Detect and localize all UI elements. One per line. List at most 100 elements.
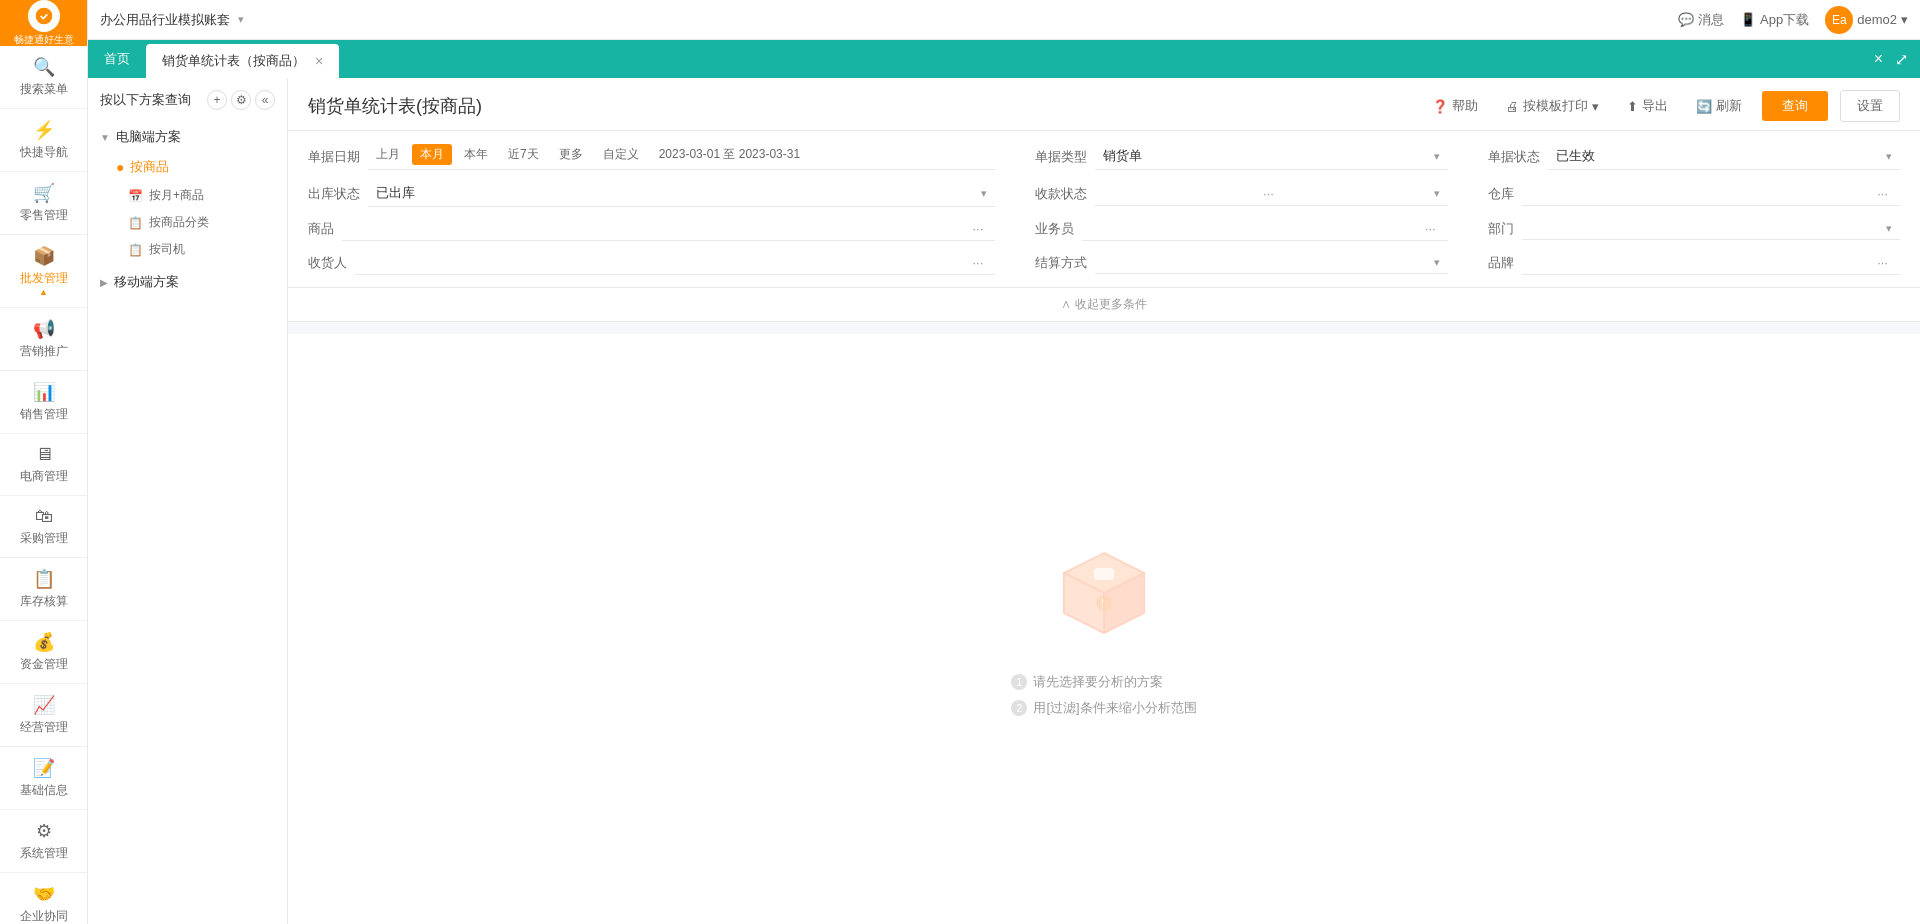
receiver-select[interactable]: ··· <box>355 251 995 275</box>
date-filter-options: 上月 本月 本年 近7天 更多 自定义 2023-03-01 至 2023-03… <box>368 144 995 170</box>
mobile-group-label: 移动端方案 <box>114 273 179 291</box>
sidebar-item-inventory[interactable]: 📋 库存核算 <box>0 558 88 621</box>
sidebar-item-wholesale[interactable]: 📦 批发管理 ▲ <box>0 235 88 308</box>
doc-type-select[interactable]: 销货单 ▾ <box>1095 143 1447 170</box>
sidebar-label-enterprise: 企业协同 <box>20 908 68 924</box>
tree-node-by-category[interactable]: 📋 按商品分类 <box>88 209 287 236</box>
sidebar-label-retail: 零售管理 <box>20 207 68 224</box>
date-last-7days[interactable]: 近7天 <box>500 144 547 165</box>
svg-text:!: ! <box>1101 598 1104 609</box>
export-icon: ⬆ <box>1627 99 1638 114</box>
sidebar-item-ecommerce[interactable]: 🖥 电商管理 <box>0 434 88 496</box>
doc-type-label: 单据类型 <box>1035 148 1087 166</box>
stock-status-label: 出库状态 <box>308 185 360 203</box>
tree-node-by-month-product[interactable]: 📅 按月+商品 <box>88 182 287 209</box>
date-this-month[interactable]: 本月 <box>412 144 452 165</box>
sidebar-item-retail[interactable]: 🛒 零售管理 <box>0 172 88 235</box>
user-name: demo2 <box>1857 12 1897 27</box>
tab-minimize-btn[interactable]: × <box>1870 46 1887 72</box>
svg-point-6 <box>1096 595 1112 611</box>
top-header: 办公用品行业模拟账套 ▾ 💬 消息 📱 App下载 Ea demo2 ▾ <box>88 0 1920 40</box>
query-btn[interactable]: 查询 <box>1762 91 1828 121</box>
svg-point-0 <box>35 8 52 25</box>
add-scheme-btn[interactable]: + <box>207 90 227 110</box>
message-btn[interactable]: 💬 消息 <box>1678 11 1724 29</box>
doc-status-select[interactable]: 已生效 ▾ <box>1548 143 1900 170</box>
date-label: 单据日期 <box>308 148 360 166</box>
print-icon: 🖨 <box>1506 99 1519 114</box>
sidebar-item-system[interactable]: ⚙ 系统管理 <box>0 810 88 873</box>
receiver-dots[interactable]: ··· <box>968 255 987 270</box>
help-label: 帮助 <box>1452 97 1478 115</box>
warehouse-select[interactable]: ··· <box>1522 182 1900 206</box>
payment-method-arrow: ▾ <box>1434 256 1440 269</box>
app-download-btn[interactable]: 📱 App下载 <box>1740 11 1809 29</box>
sidebar-item-enterprise[interactable]: 🤝 企业协同 <box>0 873 88 924</box>
brand-select[interactable]: ··· <box>1522 251 1900 275</box>
settings-scheme-btn[interactable]: ⚙ <box>231 90 251 110</box>
sidebar-label-wholesale: 批发管理 <box>20 270 68 287</box>
tab-expand-btn[interactable]: ⤢ <box>1891 46 1912 73</box>
export-btn[interactable]: ⬆ 导出 <box>1619 93 1676 119</box>
help-btn[interactable]: ❓ 帮助 <box>1424 93 1486 119</box>
filter-row-3: 商品 ··· 业务员 ··· <box>308 217 1900 241</box>
tab-report[interactable]: 销货单统计表（按商品） × <box>146 44 339 78</box>
template-print-btn[interactable]: 🖨 按模板打印 ▾ <box>1498 93 1607 119</box>
user-dropdown: ▾ <box>1901 12 1908 27</box>
stock-status-select[interactable]: 已出库 ▾ <box>368 180 995 207</box>
sidebar-item-quick-nav[interactable]: ⚡ 快捷导航 <box>0 109 88 172</box>
payment-status-select[interactable]: ··· ▾ <box>1095 182 1447 206</box>
mobile-group: ▶ 移动端方案 <box>88 267 287 297</box>
date-this-year[interactable]: 本年 <box>456 144 496 165</box>
user-profile[interactable]: Ea demo2 ▾ <box>1825 6 1908 34</box>
warehouse-dots[interactable]: ··· <box>1873 186 1892 201</box>
sidebar-item-basic-info[interactable]: 📝 基础信息 <box>0 747 88 810</box>
marketing-icon: 📢 <box>33 318 55 340</box>
staff-dots[interactable]: ··· <box>1421 221 1440 236</box>
sidebar-item-finance[interactable]: 💰 资金管理 <box>0 621 88 684</box>
left-panel-header: 按以下方案查询 + ⚙ « <box>88 90 287 118</box>
payment-status-dots[interactable]: ··· <box>1259 186 1278 201</box>
filter-payment-method: 结算方式 ▾ <box>1035 252 1447 274</box>
left-panel: 按以下方案查询 + ⚙ « ▼ 电脑端方案 <box>88 78 288 924</box>
sidebar-item-sales[interactable]: 📊 销售管理 <box>0 371 88 434</box>
refresh-btn[interactable]: 🔄 刷新 <box>1688 93 1750 119</box>
product-select[interactable]: ··· <box>342 217 995 241</box>
sidebar-item-purchase[interactable]: 🛍 采购管理 <box>0 496 88 558</box>
collapse-panel-btn[interactable]: « <box>255 90 275 110</box>
collapse-bar[interactable]: ∧ 收起更多条件 <box>288 288 1920 322</box>
sidebar-item-marketing[interactable]: 📢 营销推广 <box>0 308 88 371</box>
date-last-month[interactable]: 上月 <box>368 144 408 165</box>
content-area: 按以下方案查询 + ⚙ « ▼ 电脑端方案 <box>88 78 1920 924</box>
download-icon: 📱 <box>1740 12 1756 27</box>
tab-close-btn[interactable]: × <box>315 53 323 69</box>
brand-dots[interactable]: ··· <box>1873 255 1892 270</box>
date-custom[interactable]: 自定义 <box>595 144 647 165</box>
by-category-label: 按商品分类 <box>149 214 209 231</box>
tab-home[interactable]: 首页 <box>88 40 146 78</box>
sidebar-label-marketing: 营销推广 <box>20 343 68 360</box>
sidebar-label-inventory: 库存核算 <box>20 593 68 610</box>
mobile-group-header[interactable]: ▶ 移动端方案 <box>88 267 287 297</box>
tree-node-by-product[interactable]: ● 按商品 <box>88 152 287 182</box>
date-more[interactable]: 更多 <box>551 144 591 165</box>
tree-node-by-cashier[interactable]: 📋 按司机 <box>88 236 287 263</box>
filter-doc-status: 单据状态 已生效 ▾ <box>1488 143 1900 170</box>
payment-status-arrow: ▾ <box>1434 187 1440 200</box>
product-dots[interactable]: ··· <box>968 221 987 236</box>
collapse-label: ∧ 收起更多条件 <box>1061 297 1146 311</box>
staff-select[interactable]: ··· <box>1082 217 1447 241</box>
page-settings-btn[interactable]: 设置 <box>1840 90 1900 122</box>
page-title: 销货单统计表(按商品) <box>308 94 482 118</box>
industry-dropdown[interactable]: ▾ <box>238 13 244 26</box>
payment-method-select[interactable]: ▾ <box>1095 252 1447 274</box>
empty-illustration: ! <box>1044 533 1164 653</box>
report-tab-label: 销货单统计表（按商品） <box>162 52 305 70</box>
sidebar-item-operations[interactable]: 📈 经营管理 <box>0 684 88 747</box>
tab-bar-actions: × ⤢ <box>1870 46 1920 73</box>
sidebar-item-search[interactable]: 🔍 搜索菜单 <box>0 46 88 109</box>
dept-select[interactable]: ▾ <box>1522 218 1900 240</box>
avatar-initials: Ea <box>1832 13 1847 27</box>
hint-2: 2 用[过滤]条件来缩小分析范围 <box>1011 699 1196 717</box>
desktop-group-header[interactable]: ▼ 电脑端方案 <box>88 122 287 152</box>
